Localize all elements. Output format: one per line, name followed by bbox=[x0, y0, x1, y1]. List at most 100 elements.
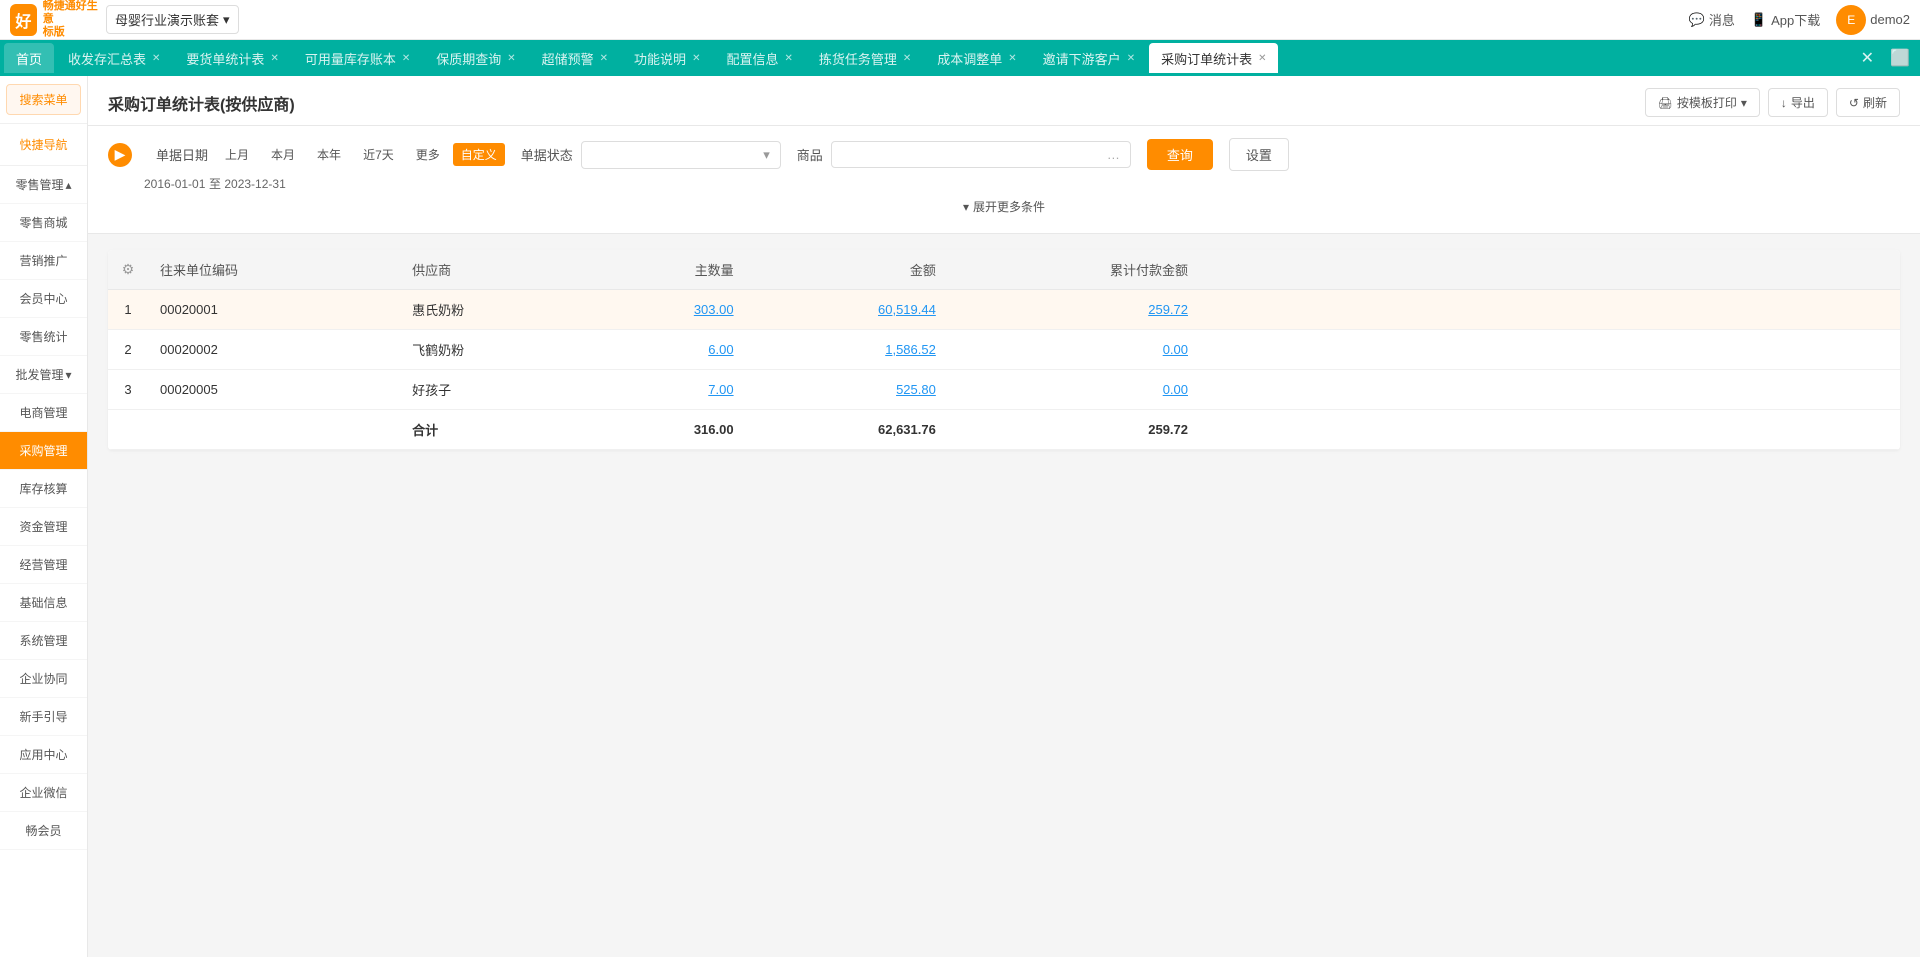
sidebar-item-stock-check[interactable]: 库存核算 bbox=[0, 470, 87, 508]
row-supplier: 好孩子 bbox=[400, 370, 588, 410]
close-icon[interactable]: ✕ bbox=[1127, 53, 1135, 64]
settings-button[interactable]: 设置 bbox=[1229, 138, 1289, 171]
maximize-icon[interactable]: ⬜ bbox=[1884, 46, 1916, 70]
tab-pickup-task[interactable]: 拣货任务管理 ✕ bbox=[807, 43, 923, 73]
row-cumulative-payment[interactable]: 0.00 bbox=[948, 330, 1200, 370]
ellipsis-icon: … bbox=[1107, 147, 1120, 162]
sidebar-item-wholesale-mgmt[interactable]: 批发管理 ▾ bbox=[0, 356, 87, 394]
sidebar-item-retail-mall[interactable]: 零售商城 bbox=[0, 204, 87, 242]
sidebar-item-enterprise-wechat[interactable]: 企业微信 bbox=[0, 774, 87, 812]
close-icon[interactable]: ✕ bbox=[270, 53, 278, 64]
row-seq: 3 bbox=[108, 370, 148, 410]
column-settings-icon[interactable]: ⚙ bbox=[122, 261, 135, 277]
page-header: 采购订单统计表(按供应商) 🖨 按模板打印 ▾ ↓ 导出 ↺ 刷新 bbox=[88, 76, 1920, 126]
extra-col-header bbox=[1200, 250, 1900, 290]
sidebar-item-enterprise-collab[interactable]: 企业协同 bbox=[0, 660, 87, 698]
row-cumulative-payment[interactable]: 259.72 bbox=[948, 290, 1200, 330]
sidebar-item-marketing[interactable]: 营销推广 bbox=[0, 242, 87, 280]
tab-cost-adjust[interactable]: 成本调整单 ✕ bbox=[925, 43, 1028, 73]
logo-area: 好 畅捷通好生意 标版 bbox=[10, 0, 98, 39]
refresh-button[interactable]: ↺ 刷新 bbox=[1836, 88, 1900, 117]
quick-nav-button[interactable]: 快捷导航 bbox=[4, 130, 83, 159]
status-select[interactable]: ▾ bbox=[581, 141, 781, 169]
tab-order-summary[interactable]: 要货单统计表 ✕ bbox=[174, 43, 290, 73]
tab-receive-summary[interactable]: 收发存汇总表 ✕ bbox=[56, 43, 172, 73]
row-amount[interactable]: 60,519.44 bbox=[746, 290, 948, 330]
date-shortcut-7days[interactable]: 近7天 bbox=[354, 142, 403, 167]
close-icon[interactable]: ✕ bbox=[507, 53, 515, 64]
sidebar-item-vip-member[interactable]: 畅会员 bbox=[0, 812, 87, 850]
goods-filter-group: 商品 … bbox=[797, 141, 1131, 168]
row-main-qty[interactable]: 7.00 bbox=[588, 370, 746, 410]
tab-home[interactable]: 首页 bbox=[4, 43, 54, 73]
close-icon[interactable]: ✕ bbox=[692, 53, 700, 64]
cumulative-payment-header: 累计付款金额 bbox=[948, 250, 1200, 290]
date-shortcut-more[interactable]: 更多 bbox=[407, 142, 449, 167]
close-icon[interactable]: ✕ bbox=[402, 53, 410, 64]
sidebar-item-purchase-mgmt[interactable]: 采购管理 bbox=[0, 432, 87, 470]
close-icon[interactable]: ✕ bbox=[903, 53, 911, 64]
nav-tabs-actions: ✕ ⬜ bbox=[1855, 46, 1916, 70]
supplier-header: 供应商 bbox=[400, 250, 588, 290]
sidebar-item-new-guide[interactable]: 新手引导 bbox=[0, 698, 87, 736]
table-row: 2 00020002 飞鹤奶粉 6.00 1,586.52 0.00 bbox=[108, 330, 1900, 370]
table-footer: 合计 316.00 62,631.76 259.72 bbox=[108, 410, 1900, 450]
tab-invite-downstream[interactable]: 邀请下游客户 ✕ bbox=[1031, 43, 1147, 73]
sidebar-item-capital-mgmt[interactable]: 资金管理 bbox=[0, 508, 87, 546]
close-icon[interactable]: ✕ bbox=[152, 53, 160, 64]
sidebar-item-member-center[interactable]: 会员中心 bbox=[0, 280, 87, 318]
message-action[interactable]: 💬 消息 bbox=[1689, 10, 1735, 29]
search-button[interactable]: 查询 bbox=[1147, 139, 1213, 170]
workspace-selector[interactable]: 母婴行业演示账套 ▾ bbox=[106, 5, 239, 34]
date-shortcut-this-year[interactable]: 本年 bbox=[308, 142, 350, 167]
logo-icon: 好 bbox=[10, 4, 37, 36]
tab-available-stock[interactable]: 可用量库存账本 ✕ bbox=[293, 43, 422, 73]
row-amount[interactable]: 1,586.52 bbox=[746, 330, 948, 370]
filter-area: ▶ 单据日期 上月 本月 本年 近7天 更多 自定义 单据状态 bbox=[88, 126, 1920, 234]
tab-expiry-query[interactable]: 保质期查询 ✕ bbox=[424, 43, 527, 73]
date-shortcut-this-month[interactable]: 本月 bbox=[262, 142, 304, 167]
export-icon: ↓ bbox=[1781, 96, 1787, 110]
row-main-qty[interactable]: 6.00 bbox=[588, 330, 746, 370]
tab-overstock-warning[interactable]: 超储预警 ✕ bbox=[530, 43, 620, 73]
close-icon[interactable]: ✕ bbox=[1258, 53, 1266, 64]
close-icon[interactable]: ✕ bbox=[1008, 53, 1016, 64]
expand-more-conditions[interactable]: ▾ 展开更多条件 bbox=[108, 192, 1900, 221]
row-amount[interactable]: 525.80 bbox=[746, 370, 948, 410]
top-bar: 好 畅捷通好生意 标版 母婴行业演示账套 ▾ 💬 消息 📱 App下载 E de… bbox=[0, 0, 1920, 40]
close-icon[interactable]: ✕ bbox=[784, 53, 792, 64]
sidebar-item-ecommerce-mgmt[interactable]: 电商管理 bbox=[0, 394, 87, 432]
close-icon[interactable]: ✕ bbox=[600, 53, 608, 64]
close-window-icon[interactable]: ✕ bbox=[1855, 46, 1880, 70]
tab-config-info[interactable]: 配置信息 ✕ bbox=[714, 43, 804, 73]
table-row: 3 00020005 好孩子 7.00 525.80 0.00 bbox=[108, 370, 1900, 410]
app-download-action[interactable]: 📱 App下载 bbox=[1751, 10, 1820, 29]
export-button[interactable]: ↓ 导出 bbox=[1768, 88, 1828, 117]
message-icon: 💬 bbox=[1689, 12, 1705, 28]
date-shortcut-last-month[interactable]: 上月 bbox=[216, 142, 258, 167]
user-profile[interactable]: E demo2 bbox=[1836, 5, 1910, 35]
template-print-button[interactable]: 🖨 按模板打印 ▾ bbox=[1645, 88, 1760, 117]
tab-function-desc[interactable]: 功能说明 ✕ bbox=[622, 43, 712, 73]
row-supplier: 惠氏奶粉 bbox=[400, 290, 588, 330]
chevron-down-icon: ▾ bbox=[223, 12, 230, 28]
sidebar-item-retail-mgmt[interactable]: 零售管理 ▴ bbox=[0, 166, 87, 204]
tab-purchase-stat[interactable]: 采购订单统计表 ✕ bbox=[1149, 43, 1278, 73]
phone-icon: 📱 bbox=[1751, 12, 1767, 28]
expand-filter-arrow[interactable]: ▶ bbox=[108, 143, 132, 167]
page-actions: 🖨 按模板打印 ▾ ↓ 导出 ↺ 刷新 bbox=[1645, 88, 1900, 117]
sidebar-item-system-mgmt[interactable]: 系统管理 bbox=[0, 622, 87, 660]
custom-date-button[interactable]: 自定义 bbox=[453, 143, 505, 166]
row-cumulative-payment[interactable]: 0.00 bbox=[948, 370, 1200, 410]
goods-input[interactable]: … bbox=[831, 141, 1131, 168]
row-unit-code: 00020002 bbox=[148, 330, 400, 370]
sidebar-item-basic-info[interactable]: 基础信息 bbox=[0, 584, 87, 622]
avatar: E bbox=[1836, 5, 1866, 35]
sidebar-item-app-center[interactable]: 应用中心 bbox=[0, 736, 87, 774]
sidebar-item-operation-mgmt[interactable]: 经营管理 bbox=[0, 546, 87, 584]
settings-col-header: ⚙ bbox=[108, 250, 148, 290]
search-menu-button[interactable]: 搜索菜单 bbox=[6, 84, 81, 115]
sidebar-item-retail-stat[interactable]: 零售统计 bbox=[0, 318, 87, 356]
sidebar: 搜索菜单 快捷导航 零售管理 ▴ 零售商城 营销推广 会员中心 零售统计 批发管… bbox=[0, 76, 88, 957]
row-main-qty[interactable]: 303.00 bbox=[588, 290, 746, 330]
